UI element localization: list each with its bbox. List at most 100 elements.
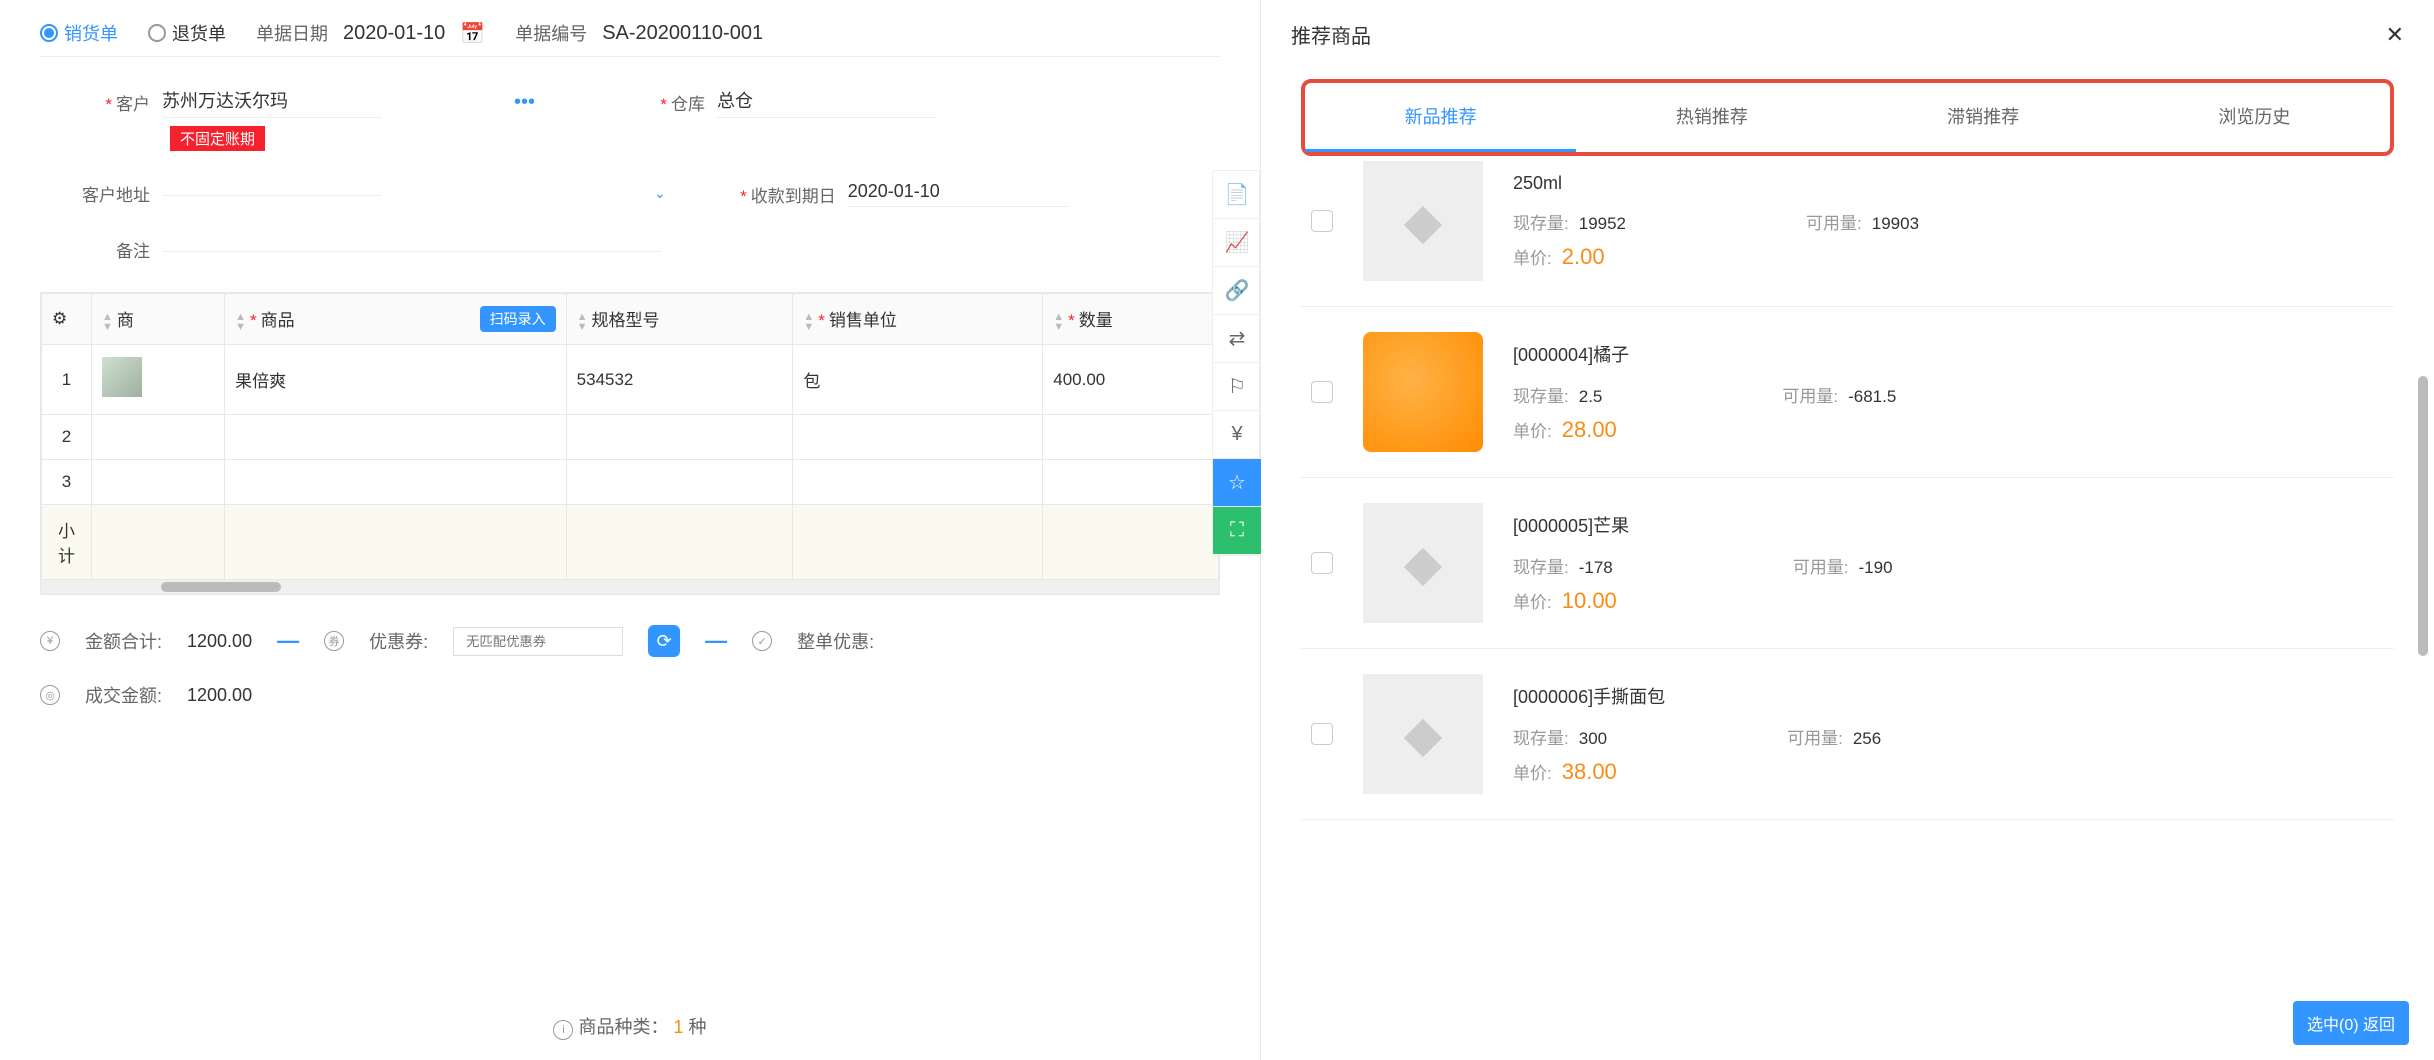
tab-sales[interactable]: 销货单 — [40, 20, 118, 46]
vertical-scrollbar[interactable] — [2418, 376, 2428, 656]
tab-new[interactable]: 新品推荐 — [1305, 83, 1576, 152]
checkbox[interactable] — [1311, 552, 1333, 574]
list-item: [0000004]橘子 现存量:2.5 可用量:-681.5 单价:28.00 — [1301, 307, 2394, 478]
product-image — [1363, 332, 1483, 452]
col-unit[interactable]: ▲▼*销售单位 — [793, 294, 1043, 345]
product-image: ◆ — [1363, 503, 1483, 623]
rp-title: 推荐商品 — [1291, 20, 1371, 49]
rp-tabs: 新品推荐 热销推荐 滞销推荐 浏览历史 — [1305, 83, 2390, 152]
minus-icon: — — [277, 628, 299, 654]
col-name[interactable]: ▲▼*商品 扫码录入 — [225, 294, 567, 345]
refresh-button[interactable]: ⟳ — [648, 625, 680, 657]
gear-header[interactable]: ⚙ — [42, 294, 92, 345]
rp-header: 推荐商品 ✕ — [1261, 0, 2434, 69]
customer-label: 客户 — [116, 95, 150, 114]
tab-return[interactable]: 退货单 — [148, 20, 226, 46]
doc-date-value[interactable]: 2020-01-10 — [343, 22, 445, 45]
table-row[interactable]: 2 — [42, 415, 1219, 460]
tab-slow[interactable]: 滞销推荐 — [1848, 83, 2119, 152]
side-toolbar: 📄 📈 🔗 ⇄ ⚐ ¥ ☆ ⛶ — [1212, 170, 1260, 556]
star-icon[interactable]: ☆ — [1213, 459, 1261, 507]
rp-list[interactable]: ◆ 250ml 现存量:19952 可用量:19903 单价:2.00 [000… — [1261, 156, 2434, 986]
custaddr-value[interactable] — [162, 191, 382, 196]
checkbox[interactable] — [1311, 723, 1333, 745]
amount-value: 1200.00 — [187, 631, 252, 652]
customer-value[interactable]: 苏州万达沃尔玛 — [162, 87, 382, 118]
kinds-suffix: 种 — [689, 1017, 707, 1037]
doc-no-label: 单据编号 — [515, 20, 587, 46]
customer-badge: 不固定账期 — [170, 126, 265, 151]
customer-field: *客户 苏州万达沃尔玛 ••• — [40, 87, 535, 118]
amount-label: 金额合计: — [85, 628, 162, 654]
table-row[interactable]: 1 果倍爽 534532 包 400.00 — [42, 345, 1219, 415]
ellipsis-icon[interactable]: ••• — [514, 91, 535, 114]
checkbox[interactable] — [1311, 210, 1333, 232]
doc-date-label: 单据日期 — [256, 20, 328, 46]
product-name: [0000005]芒果 — [1513, 512, 2384, 538]
warehouse-value[interactable]: 总仓 — [717, 87, 937, 118]
deal-label: 成交金额: — [85, 682, 162, 708]
deal-row: ◎ 成交金额: 1200.00 — [40, 682, 1220, 708]
radio-icon — [40, 24, 58, 42]
coupon-icon: 券 — [324, 631, 344, 651]
duedate-value[interactable]: 2020-01-10 — [848, 181, 1068, 207]
checkbox[interactable] — [1311, 381, 1333, 403]
doc-no-field: 单据编号 SA-20200110-001 — [515, 20, 763, 46]
doc-no-value: SA-20200110-001 — [602, 22, 763, 45]
col-img[interactable]: ▲▼商 — [92, 294, 225, 345]
expand-icon[interactable]: ⛶ — [1213, 507, 1261, 555]
list-item: ◆ 250ml 现存量:19952 可用量:19903 单价:2.00 — [1301, 156, 2394, 307]
coupon-input[interactable] — [453, 627, 623, 656]
table-row[interactable]: 3 — [42, 460, 1219, 505]
coupon-label: 优惠券: — [369, 628, 428, 654]
right-panel: 推荐商品 ✕ 新品推荐 热销推荐 滞销推荐 浏览历史 ◆ 250ml 现存量:1… — [1260, 0, 2434, 1060]
scan-button[interactable]: 扫码录入 — [480, 306, 556, 332]
info-icon: i — [553, 1020, 573, 1040]
chart-icon[interactable]: 📈 — [1213, 219, 1261, 267]
list-item: ◆ [0000005]芒果 现存量:-178 可用量:-190 单价:10.00 — [1301, 478, 2394, 649]
items-table: ⚙ ▲▼商 ▲▼*商品 扫码录入 ▲▼规格型号 ▲▼*销售单位 ▲▼*数量 1 — [40, 292, 1220, 595]
remark-field: 备注 — [40, 237, 662, 262]
product-thumb — [102, 357, 142, 397]
col-spec[interactable]: ▲▼规格型号 — [566, 294, 793, 345]
product-name: [0000006]手撕面包 — [1513, 683, 2384, 709]
minus-icon: — — [705, 628, 727, 654]
link-icon[interactable]: 🔗 — [1213, 267, 1261, 315]
warehouse-field: *仓库 总仓 — [595, 87, 937, 118]
product-name: 250ml — [1513, 173, 2384, 194]
chevron-down-icon[interactable]: ⌄ — [654, 185, 666, 202]
horizontal-scrollbar[interactable] — [41, 580, 1219, 594]
kinds-label: 商品种类： — [578, 1017, 668, 1037]
order-discount-label: 整单优惠: — [797, 628, 874, 654]
product-image: ◆ — [1363, 161, 1483, 281]
tab-hot[interactable]: 热销推荐 — [1576, 83, 1847, 152]
rp-tabs-highlight: 新品推荐 热销推荐 滞销推荐 浏览历史 — [1301, 79, 2394, 156]
tab-return-label: 退货单 — [172, 20, 226, 46]
calendar-icon[interactable]: 📅 — [460, 21, 485, 46]
exchange-icon[interactable]: ⇄ — [1213, 315, 1261, 363]
radio-icon — [148, 24, 166, 42]
close-icon[interactable]: ✕ — [2386, 22, 2404, 48]
col-qty[interactable]: ▲▼*数量 — [1043, 294, 1219, 345]
totals-row: ¥ 金额合计: 1200.00 — 券 优惠券: ⟳ — ✓ 整单优惠: — [40, 625, 1220, 657]
kinds-value: 1 — [674, 1017, 684, 1037]
warehouse-label: 仓库 — [671, 95, 705, 114]
custaddr-label: 客户地址 — [40, 181, 150, 206]
tab-history[interactable]: 浏览历史 — [2119, 83, 2390, 152]
left-panel: 销货单 退货单 单据日期 2020-01-10 📅 单据编号 SA-202001… — [0, 0, 1260, 1060]
select-return-button[interactable]: 选中(0) 返回 — [2293, 1001, 2409, 1045]
bottom-bar: i 商品种类： 1 种 — [0, 1013, 1260, 1040]
bookmark-icon[interactable]: ⚐ — [1213, 363, 1261, 411]
doc-date-field: 单据日期 2020-01-10 📅 — [256, 20, 485, 46]
deal-icon: ◎ — [40, 685, 60, 705]
doc-tabs: 销货单 退货单 单据日期 2020-01-10 📅 单据编号 SA-202001… — [40, 20, 1220, 57]
tab-sales-label: 销货单 — [64, 20, 118, 46]
currency-icon[interactable]: ¥ — [1213, 411, 1261, 459]
product-name: [0000004]橘子 — [1513, 341, 2384, 367]
custaddr-field: 客户地址 ⌄ — [40, 181, 666, 206]
remark-value[interactable] — [162, 247, 662, 252]
duedate-field: *收款到期日 2020-01-10 — [726, 181, 1068, 207]
doc-icon[interactable]: 📄 — [1213, 171, 1261, 219]
subtotal-row: 小计 — [42, 505, 1219, 580]
remark-label: 备注 — [40, 237, 150, 262]
